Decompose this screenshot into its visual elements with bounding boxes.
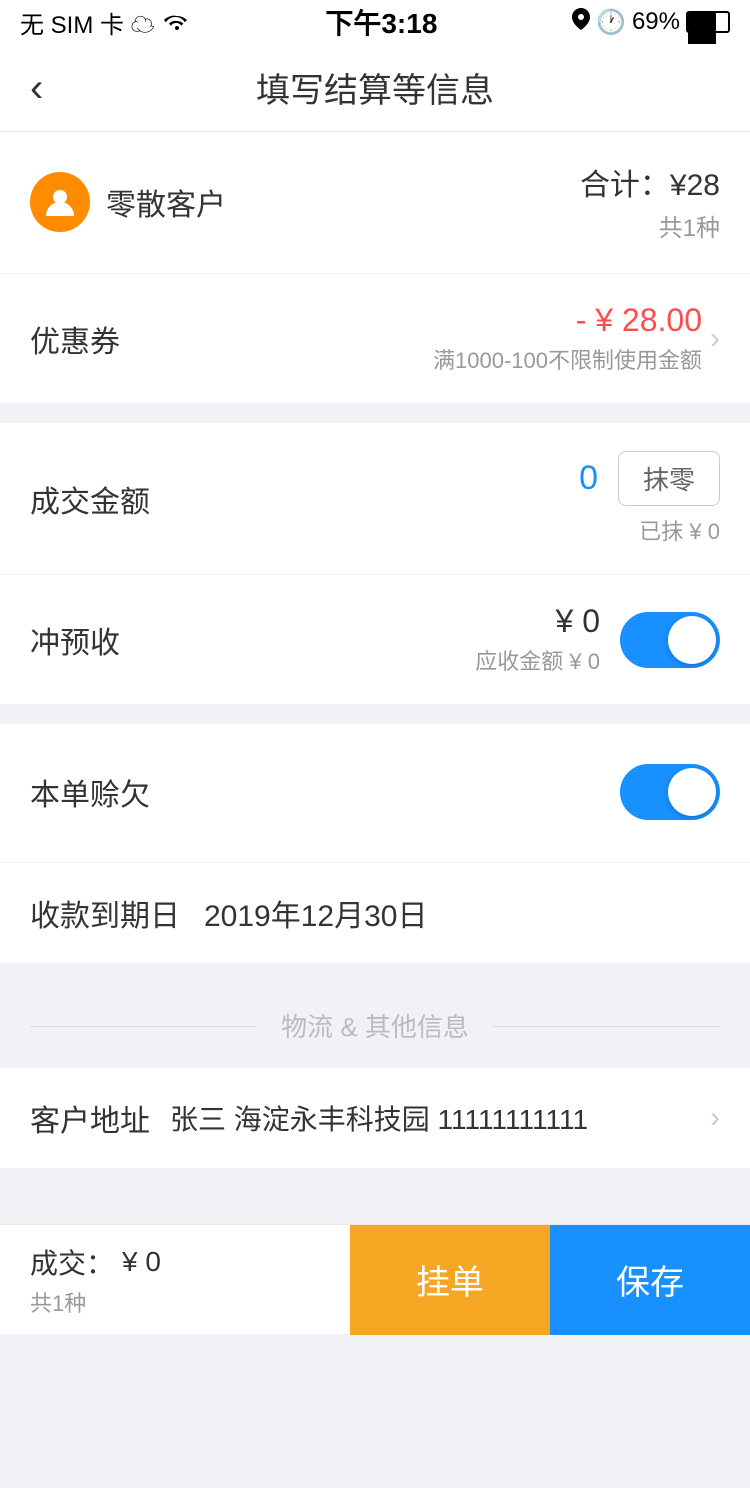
coupon-desc: 满1000-100不限制使用金额 [433,343,702,375]
pre-collect-info: ¥ 0 应收金额 ¥ 0 [475,603,600,676]
logistics-section-title: 物流 & 其他信息 [257,1012,493,1042]
nav-bar: ‹ 填写结算等信息 [0,44,750,132]
coupon-right: - ¥ 28.00 满1000-100不限制使用金额 › [433,302,720,375]
bottom-count: 共1种 [30,1286,320,1318]
coupon-label: 优惠券 [30,317,120,361]
pre-collect-label: 冲预收 [30,618,120,662]
customer-left: 零散客户 [30,172,226,232]
coupon-row[interactable]: 优惠券 - ¥ 28.00 满1000-100不限制使用金额 › [0,273,750,403]
address-value: 张三 海淀永丰科技园 11111111111 [170,1098,710,1138]
chevron-right-icon: › [710,322,720,356]
address-row[interactable]: 客户地址 张三 海淀永丰科技园 11111111111 › [0,1068,750,1168]
arrears-toggle[interactable] [620,764,720,820]
pre-collect-amount: ¥ 0 [475,603,600,640]
bottom-deal-row: 成交： ¥ 0 [30,1242,320,1282]
total-count: 共1种 [580,208,720,243]
receivable-amount-text: 应收金额 ¥ 0 [475,644,600,676]
transaction-value[interactable]: 0 [538,459,598,498]
battery-icon [686,11,730,33]
coupon-amount: - ¥ 28.00 [433,302,702,339]
back-button[interactable]: ‹ [30,68,43,108]
no-sim-text: 无 SIM 卡 ☁ [20,5,155,40]
status-left: 无 SIM 卡 ☁ [20,5,191,40]
page-title: 填写结算等信息 [256,63,494,112]
toggle-knob [668,616,716,664]
due-date-value: 2019年12月30日 [204,891,427,935]
battery-percent: 69% [632,8,680,36]
transaction-label: 成交金额 [30,477,150,521]
arrears-section: 本单赊欠 收款到期日 2019年12月30日 [0,724,750,963]
logistics-section-header: 物流 & 其他信息 [0,983,750,1068]
pre-collect-toggle[interactable] [620,612,720,668]
amount-input-row: 0 抹零 [538,451,720,506]
bottom-deal-amount: ¥ 0 [122,1246,161,1278]
transaction-row: 成交金额 0 抹零 已抹 ¥ 0 [0,423,750,575]
customer-summary: 合计：¥28 共1种 [580,160,720,243]
coupon-info: - ¥ 28.00 满1000-100不限制使用金额 [433,302,702,375]
status-time: 下午3:18 [325,2,437,42]
pre-collect-row: 冲预收 ¥ 0 应收金额 ¥ 0 [0,575,750,704]
hang-order-button[interactable]: 挂单 [350,1225,550,1335]
already-rounded-text: 已抹 ¥ 0 [639,514,720,546]
customer-row: 零散客户 合计：¥28 共1种 [0,132,750,271]
bottom-bar: 成交： ¥ 0 共1种 挂单 保存 [0,1224,750,1334]
amount-input-area: 0 抹零 已抹 ¥ 0 [538,451,720,546]
customer-name: 零散客户 [106,180,226,224]
bottom-summary: 成交： ¥ 0 共1种 [0,1242,350,1318]
wifi-icon [163,8,191,37]
status-right: 🕐 69% [572,8,730,37]
arrears-toggle-knob [668,768,716,816]
save-button[interactable]: 保存 [550,1225,750,1335]
arrears-label: 本单赊欠 [30,770,150,814]
location-icon [572,8,590,37]
due-date-row[interactable]: 收款到期日 2019年12月30日 [0,862,750,963]
due-date-label: 收款到期日 [30,891,180,935]
transaction-section: 成交金额 0 抹零 已抹 ¥ 0 冲预收 ¥ 0 应收金额 ¥ 0 [0,423,750,704]
total-amount: 合计：¥28 [580,160,720,204]
address-label: 客户地址 [30,1096,150,1140]
round-zero-button[interactable]: 抹零 [618,451,720,506]
bottom-deal-label: 成交： [30,1242,114,1282]
customer-card: 零散客户 合计：¥28 共1种 优惠券 - ¥ 28.00 满1000-100不… [0,132,750,403]
status-bar: 无 SIM 卡 ☁ 下午3:18 🕐 69% [0,0,750,44]
pre-collect-right: ¥ 0 应收金额 ¥ 0 [475,603,720,676]
alarm-icon: 🕐 [596,8,626,37]
address-chevron-icon: › [710,1101,720,1135]
customer-avatar [30,172,90,232]
arrears-row: 本单赊欠 [0,724,750,860]
